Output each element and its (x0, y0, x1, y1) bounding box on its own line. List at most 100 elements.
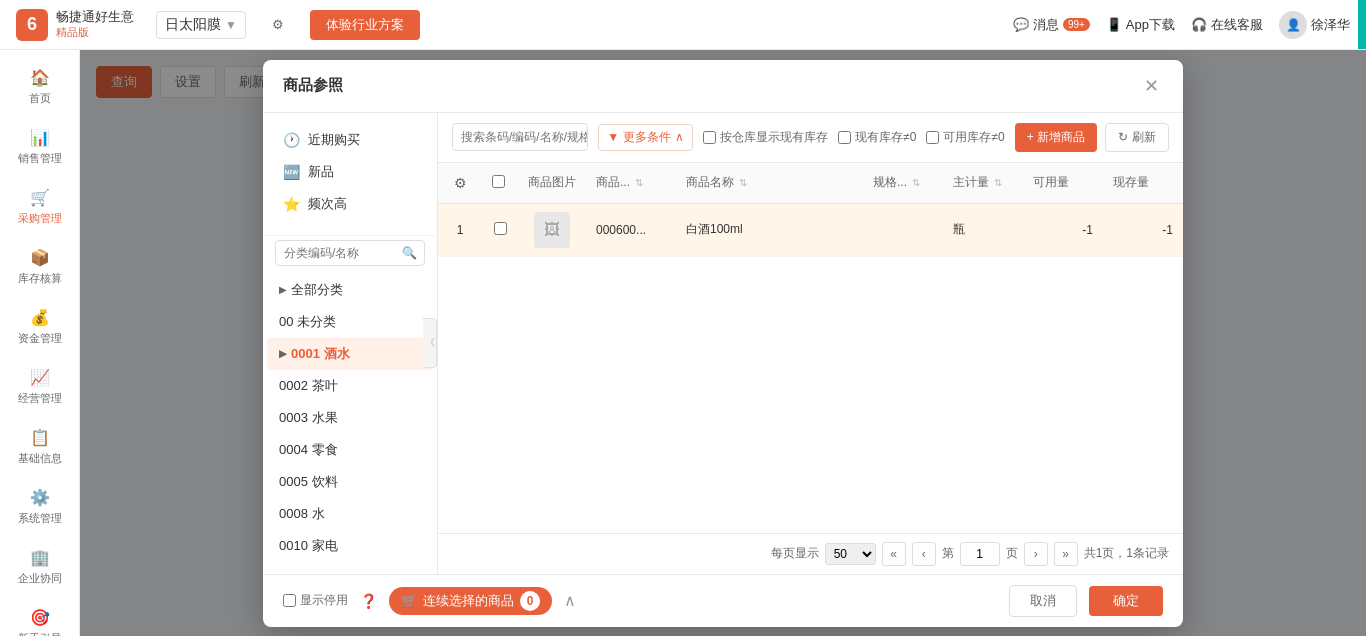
store-name: 日太阳膜 (165, 16, 221, 34)
cat-all-label: 全部分类 (291, 281, 343, 299)
next-page-btn[interactable]: › (1024, 542, 1048, 566)
th-unit[interactable]: 主计量 ⇅ (943, 163, 1023, 204)
select-all-checkbox[interactable] (492, 175, 505, 188)
sidebar-item-home[interactable]: 🏠 首页 (0, 58, 79, 114)
cat-0004-label: 0004 零食 (279, 441, 338, 459)
sort-icon-code: ⇅ (635, 177, 643, 188)
continuous-label: 连续选择的商品 (423, 592, 514, 610)
col-settings-icon[interactable]: ⚙ (448, 171, 472, 195)
table-body: 1 🖼 000600... 白酒100ml (438, 203, 1183, 256)
page-input[interactable] (960, 542, 1000, 566)
more-filters-btn[interactable]: ▼ 更多条件 ∧ (598, 124, 693, 151)
sidebar-item-sales[interactable]: 📊 销售管理 (0, 118, 79, 174)
td-code: 000600... (586, 203, 676, 256)
th-name[interactable]: 商品名称 ⇅ (676, 163, 863, 204)
nav-center: 日太阳膜 ▼ ⚙ 体验行业方案 (136, 9, 1013, 41)
cat-all[interactable]: ▶ 全部分类 (267, 274, 433, 306)
pagination-bar: 每页显示 20 50 100 « ‹ 第 页 › (438, 533, 1183, 574)
category-search-icon: 🔍 (402, 246, 417, 260)
stock-filter-checkbox[interactable] (838, 131, 851, 144)
td-spec (863, 203, 943, 256)
messages-nav-item[interactable]: 💬 消息 99+ (1013, 16, 1090, 34)
messages-label: 消息 (1033, 16, 1059, 34)
experience-btn[interactable]: 体验行业方案 (310, 10, 420, 40)
user-item[interactable]: 👤 徐泽华 (1279, 11, 1350, 39)
online-service-item[interactable]: 🎧 在线客服 (1191, 16, 1263, 34)
product-table: ⚙ 商品图片 (438, 163, 1183, 257)
cancel-btn[interactable]: 取消 (1009, 585, 1077, 617)
confirm-btn[interactable]: 确定 (1089, 586, 1163, 616)
cat-00[interactable]: 00 未分类 (267, 306, 433, 338)
footer-collapse-btn[interactable]: ∧ (564, 591, 576, 610)
logo-text: 畅捷通好生意 (56, 9, 134, 26)
modal-close-btn[interactable]: ✕ (1139, 74, 1163, 98)
new-product-btn[interactable]: + 新增商品 (1015, 123, 1097, 152)
tab-recent-purchase[interactable]: 🕐 近期购买 (275, 125, 425, 155)
table-row[interactable]: 1 🖼 000600... 白酒100ml (438, 203, 1183, 256)
app-icon: 📱 (1106, 17, 1122, 32)
cat-0001[interactable]: ▶ 0001 酒水 (267, 338, 433, 370)
first-page-btn[interactable]: « (882, 542, 906, 566)
cat-0010[interactable]: 0010 家电 (267, 530, 433, 562)
store-select[interactable]: 日太阳膜 ▼ (156, 11, 246, 39)
refresh-btn[interactable]: ↻ 刷新 (1105, 123, 1169, 152)
sidebar-item-enterprise[interactable]: 🏢 企业协同 (0, 538, 79, 594)
panel-collapse-btn[interactable]: 《 (423, 318, 437, 368)
online-service-label: 在线客服 (1211, 16, 1263, 34)
cat-0008[interactable]: 0008 水 (267, 498, 433, 530)
enterprise-icon: 🏢 (29, 546, 51, 568)
prev-page-btn[interactable]: ‹ (912, 542, 936, 566)
th-stock[interactable]: 现存量 (1103, 163, 1183, 204)
th-spec-label: 规格... (873, 175, 907, 189)
warehouse-filter-text: 按仓库显示现有库存 (720, 129, 828, 146)
sidebar-item-operations[interactable]: 📈 经营管理 (0, 358, 79, 414)
cat-0004[interactable]: 0004 零食 (267, 434, 433, 466)
cart-count: 0 (520, 591, 540, 611)
sidebar-item-system[interactable]: ⚙️ 系统管理 (0, 478, 79, 534)
sidebar-item-purchase[interactable]: 🛒 采购管理 (0, 178, 79, 234)
navbar: 6 畅捷通好生意 精品版 日太阳膜 ▼ ⚙ 体验行业方案 💬 消息 99+ 📱 … (0, 0, 1366, 50)
th-code-label: 商品... (596, 175, 630, 189)
sidebar-item-guide[interactable]: 🎯 新手引导 (0, 598, 79, 636)
arrow-icon: ▶ (279, 284, 287, 295)
cat-0002[interactable]: 0002 茶叶 (267, 370, 433, 402)
app-download-item[interactable]: 📱 App下载 (1106, 16, 1175, 34)
teal-bar (1358, 0, 1366, 49)
cat-0001-arrow: ▶ (279, 348, 287, 359)
row-checkbox[interactable] (494, 222, 507, 235)
avail-filter-label[interactable]: 可用库存≠0 (926, 129, 1004, 146)
page-size-select[interactable]: 20 50 100 (825, 543, 876, 565)
avail-filter-text: 可用库存≠0 (943, 129, 1004, 146)
product-search-input[interactable] (453, 125, 588, 149)
refresh-label: 刷新 (1132, 129, 1156, 146)
stock-filter-label[interactable]: 现有库存≠0 (838, 129, 916, 146)
td-avail: -1 (1023, 203, 1103, 256)
show-disabled-checkbox[interactable] (283, 594, 296, 607)
cat-0005[interactable]: 0005 饮料 (267, 466, 433, 498)
help-icon[interactable]: ❓ (360, 593, 377, 609)
warehouse-filter-checkbox[interactable] (703, 131, 716, 144)
sidebar-label-guide: 新手引导 (18, 631, 62, 636)
sidebar-item-basics[interactable]: 📋 基础信息 (0, 418, 79, 474)
cart-indicator[interactable]: 🛒 连续选择的商品 0 (389, 587, 552, 615)
cat-0003[interactable]: 0003 水果 (267, 402, 433, 434)
show-disabled-footer[interactable]: 显示停用 (283, 592, 348, 609)
home-icon: 🏠 (29, 66, 51, 88)
th-avail[interactable]: 可用量 (1023, 163, 1103, 204)
settings-icon[interactable]: ⚙ (262, 9, 294, 41)
sidebar-item-inventory[interactable]: 📦 库存核算 (0, 238, 79, 294)
page-label: 第 (942, 545, 954, 562)
sidebar-label-finance: 资金管理 (18, 331, 62, 346)
sidebar-label-home: 首页 (29, 91, 51, 106)
cat-0003-label: 0003 水果 (279, 409, 338, 427)
sidebar-item-finance[interactable]: 💰 资金管理 (0, 298, 79, 354)
tab-frequent[interactable]: ⭐ 频次高 (275, 189, 425, 219)
th-spec[interactable]: 规格... ⇅ (863, 163, 943, 204)
warehouse-filter-label[interactable]: 按仓库显示现有库存 (703, 129, 828, 146)
last-page-btn[interactable]: » (1054, 542, 1078, 566)
operations-icon: 📈 (29, 366, 51, 388)
th-code[interactable]: 商品... ⇅ (586, 163, 676, 204)
tab-new-products[interactable]: 🆕 新品 (275, 157, 425, 187)
avail-filter-checkbox[interactable] (926, 131, 939, 144)
modal-overlay: 商品参照 ✕ 🕐 近期购买 🆕 (80, 50, 1366, 636)
